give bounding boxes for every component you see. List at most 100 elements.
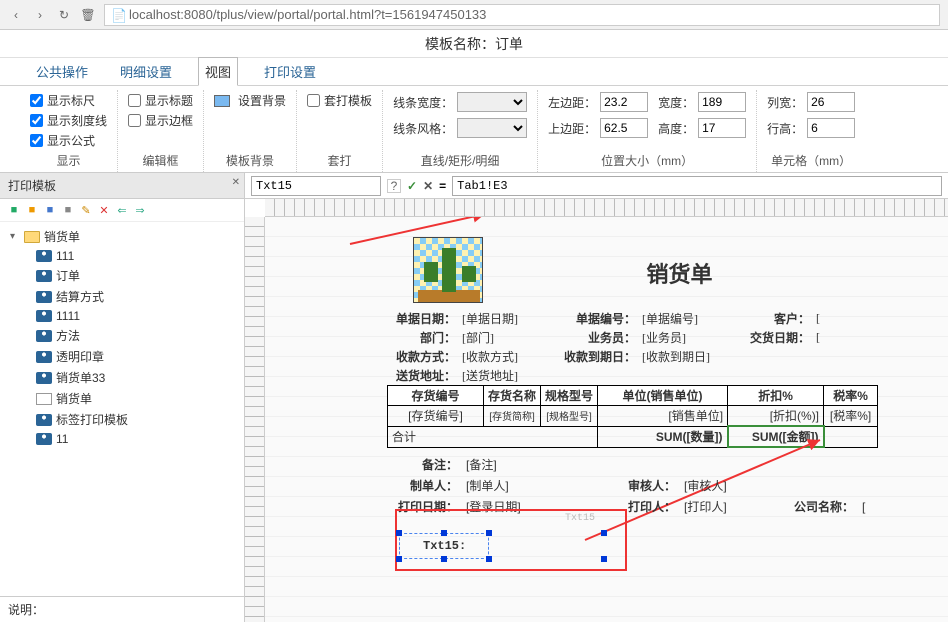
file-icon: 📄 xyxy=(111,8,125,22)
resize-handle[interactable] xyxy=(486,556,492,562)
lbl-top: 上边距： xyxy=(548,120,596,137)
resize-handle[interactable] xyxy=(601,556,607,562)
tree-item-label: 销货单 xyxy=(56,390,92,407)
col-unit[interactable]: 单位(销售单位) xyxy=(598,386,728,406)
col-name[interactable]: 存货名称 xyxy=(484,386,541,406)
val-trade-date[interactable]: [ xyxy=(813,328,823,347)
tree-item[interactable]: 透明印章 xyxy=(6,346,238,367)
val-printer[interactable]: [打印人] xyxy=(681,497,761,516)
document-title[interactable]: 销货单 xyxy=(647,257,713,289)
resize-handle[interactable] xyxy=(396,530,402,536)
menu-print[interactable]: 打印设置 xyxy=(258,58,322,85)
chk-show-scale[interactable]: 显示刻度线 xyxy=(30,112,107,129)
col-disc[interactable]: 折扣% xyxy=(728,386,824,406)
inp-colw[interactable] xyxy=(807,92,855,112)
table-row[interactable]: [存货编号] [存货简称] [规格型号] [销售单位] [折扣(%)] [税率%… xyxy=(388,406,878,427)
tb-copy-icon[interactable]: ■ xyxy=(60,202,76,218)
sum-qty[interactable]: SUM([数量]) xyxy=(598,426,728,447)
val-bill-date[interactable]: [单据日期] xyxy=(459,309,521,328)
tree-item[interactable]: 1111 xyxy=(6,307,238,325)
cancel-icon[interactable]: ✕ xyxy=(423,179,433,193)
menu-common[interactable]: 公共操作 xyxy=(30,58,94,85)
inp-width[interactable] xyxy=(698,92,746,112)
menu-detail[interactable]: 明细设置 xyxy=(114,58,178,85)
group-bg: 模板背景 xyxy=(214,151,286,170)
help-icon[interactable]: ? xyxy=(387,179,401,193)
sum-row[interactable]: 合计 SUM([数量]) SUM([金额]) xyxy=(388,426,878,447)
name-box[interactable] xyxy=(251,176,381,196)
tree-item[interactable]: 方法 xyxy=(6,325,238,346)
back-icon[interactable]: ‹ xyxy=(8,7,24,23)
tb-edit-icon[interactable]: ✎ xyxy=(78,202,94,218)
chk-show-ruler[interactable]: 显示标尺 xyxy=(30,92,107,109)
tree-root[interactable]: ▾ 销货单 xyxy=(6,226,238,247)
val-ship[interactable]: [送货地址] xyxy=(459,366,823,385)
txt15-label[interactable]: Txt15: xyxy=(423,539,466,553)
url-bar[interactable]: 📄 localhost:8080/tplus/view/portal/porta… xyxy=(104,4,940,26)
detail-grid[interactable]: 存货编号 存货名称 规格型号 单位(销售单位) 折扣% 税率% [存货编号] [… xyxy=(387,385,878,448)
tb-right-icon[interactable]: ⇒ xyxy=(132,202,148,218)
tree-item[interactable]: 订单 xyxy=(6,265,238,286)
val-dept[interactable]: [部门] xyxy=(459,328,521,347)
tb-new-icon[interactable]: ■ xyxy=(6,202,22,218)
val-auditor[interactable]: [审核人] xyxy=(681,476,761,495)
resize-handle[interactable] xyxy=(601,530,607,536)
panel-title: 打印模板 xyxy=(8,179,56,193)
tb-del-icon[interactable]: ✕ xyxy=(96,202,112,218)
sel-line-style[interactable] xyxy=(457,118,527,138)
lbl-customer: 客户： xyxy=(741,309,813,328)
formula-input[interactable] xyxy=(452,176,942,196)
resize-handle[interactable] xyxy=(486,530,492,536)
doc-icon xyxy=(36,393,52,405)
val-sales[interactable]: [业务员] xyxy=(639,328,701,347)
trash-icon[interactable]: 🗑 xyxy=(80,7,96,23)
val-due[interactable]: [收款到期日] xyxy=(639,347,823,366)
chk-show-formula[interactable]: 显示公式 xyxy=(30,132,107,149)
tb-left-icon[interactable]: ⇐ xyxy=(114,202,130,218)
accept-icon[interactable]: ✓ xyxy=(407,179,417,193)
btn-set-bg[interactable]: 设置背景 xyxy=(214,92,286,109)
inp-rowh[interactable] xyxy=(807,118,855,138)
expand-icon[interactable]: ▾ xyxy=(10,231,20,242)
val-bill-no[interactable]: [单据编号] xyxy=(639,309,701,328)
inp-left[interactable] xyxy=(600,92,648,112)
tree-item[interactable]: 销货单33 xyxy=(6,367,238,388)
tree-item[interactable]: 11 xyxy=(6,430,238,448)
col-tax[interactable]: 税率% xyxy=(824,386,878,406)
reload-icon[interactable]: ↻ xyxy=(56,7,72,23)
tree-item[interactable]: 111 xyxy=(6,247,238,265)
val-remark[interactable]: [备注] xyxy=(463,455,553,474)
resize-handle[interactable] xyxy=(441,530,447,536)
chk-show-title[interactable]: 显示标题 xyxy=(128,92,193,109)
group-cell: 单元格（mm） xyxy=(767,151,855,170)
user-icon xyxy=(36,310,52,322)
resize-handle[interactable] xyxy=(441,556,447,562)
tb-open-icon[interactable]: ■ xyxy=(24,202,40,218)
val-pay[interactable]: [收款方式] xyxy=(459,347,521,366)
tree-item[interactable]: 销货单 xyxy=(6,388,238,409)
chk-batch-tpl[interactable]: 套打模板 xyxy=(307,92,372,109)
tree-item-label: 11 xyxy=(56,432,68,446)
val-customer[interactable]: [ xyxy=(813,309,823,328)
resize-handle[interactable] xyxy=(396,556,402,562)
close-icon[interactable]: ✕ xyxy=(232,177,240,188)
lbl-pay: 收款方式： xyxy=(387,347,459,366)
inp-height[interactable] xyxy=(698,118,746,138)
tb-save-icon[interactable]: ■ xyxy=(42,202,58,218)
val-company[interactable]: [ xyxy=(859,497,868,516)
sum-amt[interactable]: SUM([金额]) xyxy=(728,426,824,447)
inp-top[interactable] xyxy=(600,118,648,138)
design-canvas[interactable]: 销货单 单据日期：[单据日期] 单据编号：[单据编号] 客户：[ 部门：[部门]… xyxy=(265,217,948,622)
cactus-image[interactable] xyxy=(413,237,483,303)
chk-show-border[interactable]: 显示边框 xyxy=(128,112,193,129)
col-spec[interactable]: 规格型号 xyxy=(541,386,598,406)
txt15-ghost: Txt15 xyxy=(565,513,595,524)
tree-item[interactable]: 结算方式 xyxy=(6,286,238,307)
forward-icon[interactable]: › xyxy=(32,7,48,23)
sel-line-width[interactable] xyxy=(457,92,527,112)
col-code[interactable]: 存货编号 xyxy=(388,386,484,406)
tree-item[interactable]: 标签打印模板 xyxy=(6,409,238,430)
val-maker[interactable]: [制单人] xyxy=(463,476,553,495)
lbl-trade-date: 交货日期： xyxy=(741,328,813,347)
menu-view[interactable]: 视图 xyxy=(198,57,238,86)
